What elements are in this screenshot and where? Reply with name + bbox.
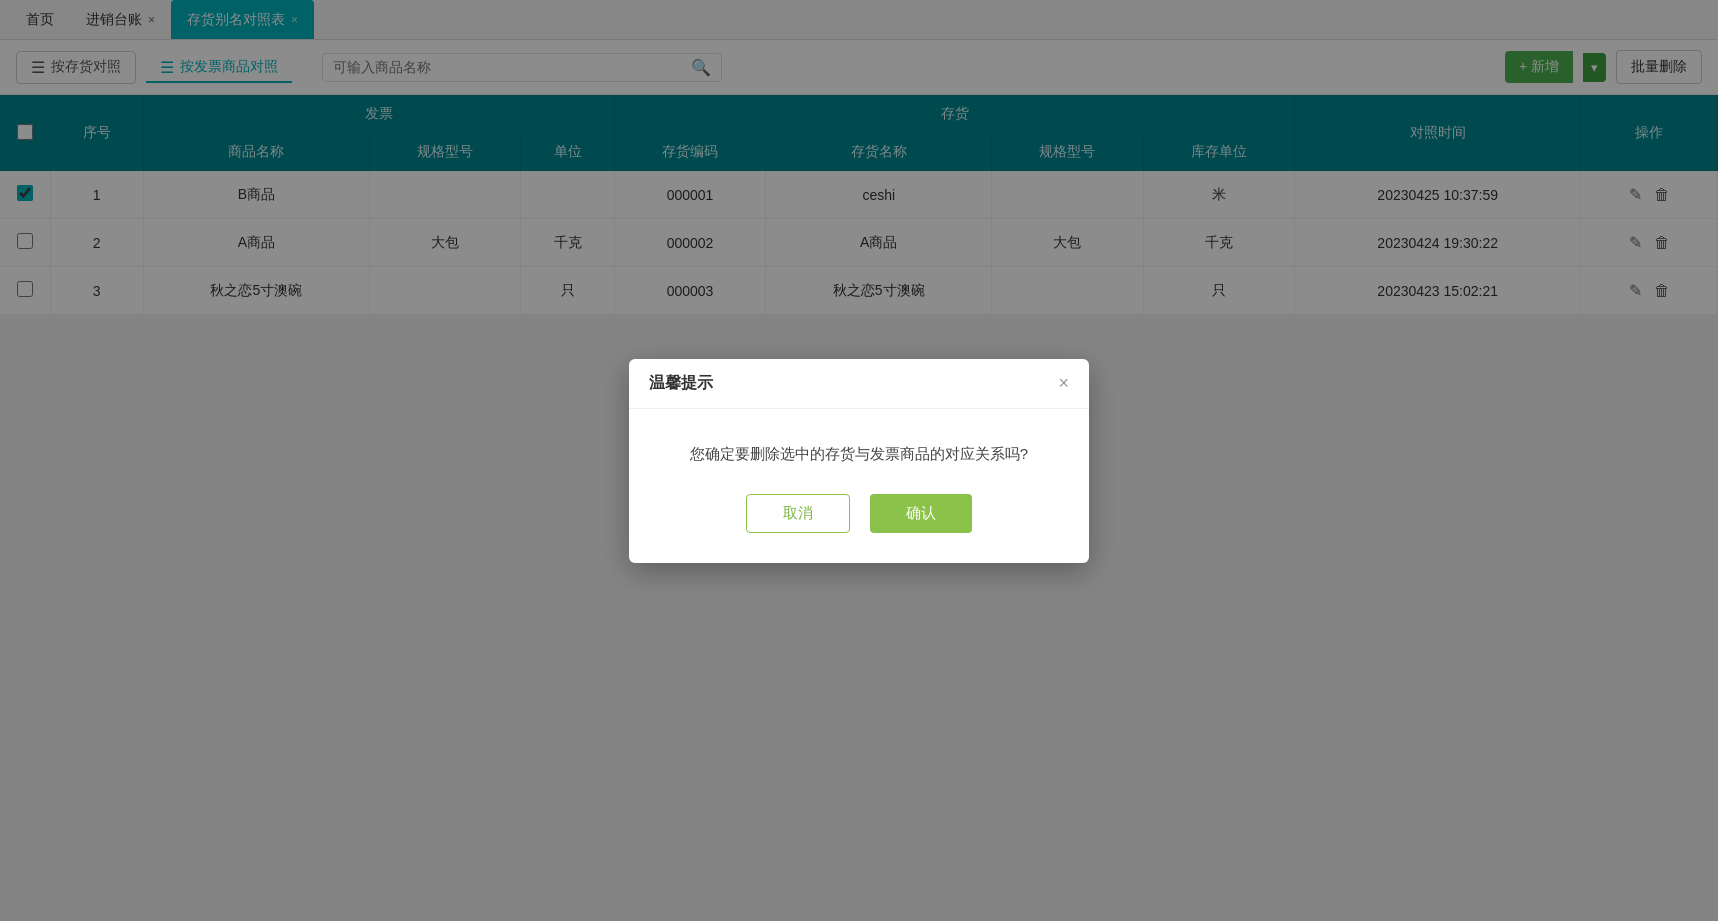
dialog: 温馨提示 × 您确定要删除选中的存货与发票商品的对应关系吗? 取消 确认 bbox=[629, 359, 1089, 563]
dialog-confirm-button[interactable]: 确认 bbox=[870, 494, 972, 533]
dialog-close-button[interactable]: × bbox=[1058, 373, 1069, 394]
dialog-cancel-button[interactable]: 取消 bbox=[746, 494, 850, 533]
dialog-body: 您确定要删除选中的存货与发票商品的对应关系吗? bbox=[629, 409, 1089, 494]
dialog-title: 温馨提示 bbox=[649, 373, 713, 394]
dialog-message: 您确定要删除选中的存货与发票商品的对应关系吗? bbox=[690, 445, 1028, 462]
dialog-overlay: 温馨提示 × 您确定要删除选中的存货与发票商品的对应关系吗? 取消 确认 bbox=[0, 0, 1718, 921]
dialog-footer: 取消 确认 bbox=[629, 494, 1089, 563]
dialog-header: 温馨提示 × bbox=[629, 359, 1089, 409]
